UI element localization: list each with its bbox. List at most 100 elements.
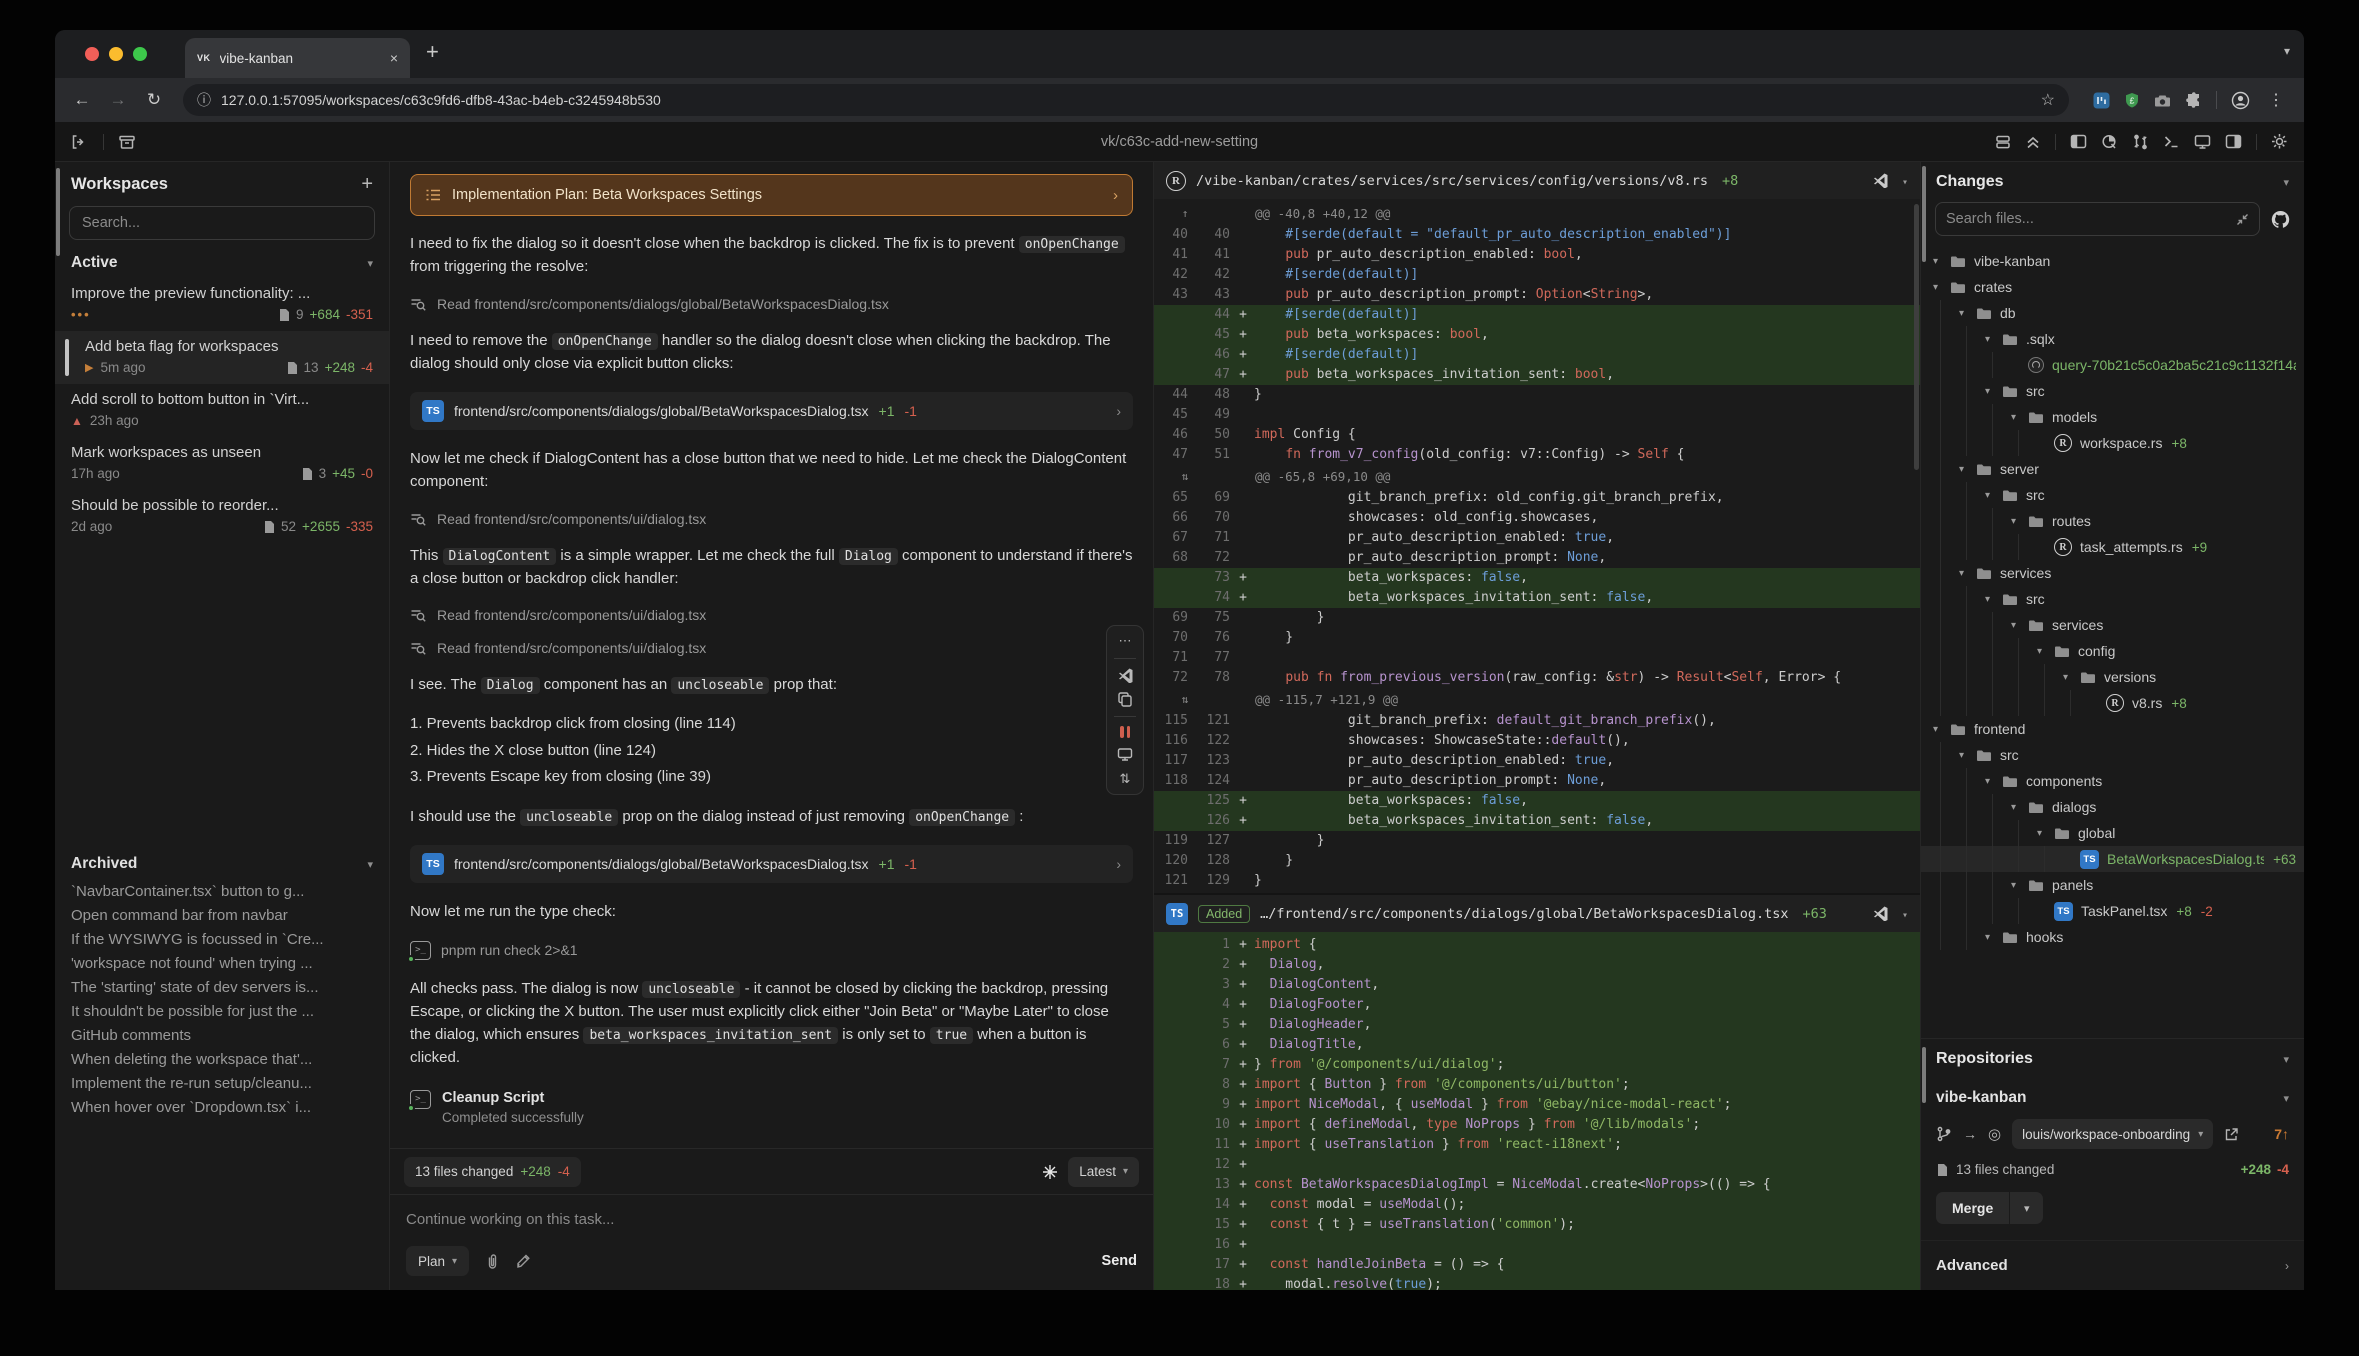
expand-hunk-icon[interactable]: ⇅ (1154, 688, 1216, 711)
read-tool-row[interactable]: Read frontend/src/components/ui/dialog.t… (410, 607, 1133, 623)
panel-right-icon[interactable] (2225, 134, 2242, 149)
browser-tab[interactable]: VK vibe-kanban × (185, 38, 410, 78)
git-compare-icon[interactable] (2132, 134, 2149, 150)
read-tool-row[interactable]: Read frontend/src/components/dialogs/glo… (410, 296, 1133, 312)
tree-row[interactable]: ▾ models (1921, 404, 2304, 430)
archived-workspace-item[interactable]: When deleting the workspace that'... (55, 1047, 389, 1071)
archived-section-header[interactable]: Archived ▾ (55, 851, 389, 879)
version-dropdown[interactable]: Latest ▾ (1068, 1156, 1139, 1187)
new-tab-button[interactable]: + (426, 39, 439, 65)
implementation-plan-banner[interactable]: Implementation Plan: Beta Workspaces Set… (410, 174, 1133, 216)
tree-row[interactable]: ▾ services (1921, 560, 2304, 586)
active-section-header[interactable]: Active ▾ (55, 250, 389, 278)
chevron-down-icon[interactable]: ▾ (1902, 173, 1908, 189)
archived-workspace-item[interactable]: 'workspace not found' when trying ... (55, 951, 389, 975)
workspaces-search[interactable] (69, 206, 375, 240)
sparkle-icon[interactable] (1042, 1164, 1058, 1180)
forward-button[interactable]: → (103, 90, 133, 110)
expand-hunk-icon[interactable]: ↑ (1154, 202, 1216, 225)
task-message-input[interactable] (406, 1211, 1137, 1228)
chevron-down-icon[interactable]: ▾ (1985, 776, 2002, 787)
changes-scroll-thumb[interactable] (1922, 166, 1926, 262)
maximize-window-button[interactable] (133, 47, 147, 61)
chevron-down-icon[interactable]: ▾ (2011, 880, 2028, 891)
expand-hunk-icon[interactable]: ⇅ (1154, 465, 1216, 488)
monitor-icon[interactable] (2194, 134, 2211, 150)
chevron-down-icon[interactable]: ▾ (1985, 932, 2002, 943)
address-bar[interactable]: ⓘ 127.0.0.1:57095/workspaces/c63c9fd6-df… (183, 84, 2069, 116)
stop-process-icon[interactable] (1120, 726, 1130, 738)
tree-row[interactable]: Rworkspace.rs +8 (1921, 430, 2304, 456)
tree-row[interactable]: ▾ services (1921, 612, 2304, 638)
archived-workspace-item[interactable]: GitHub comments (55, 1023, 389, 1047)
archived-workspace-item[interactable]: `NavbarContainer.tsx` button to g... (55, 879, 389, 903)
merge-options-button[interactable]: ▾ (2009, 1192, 2044, 1224)
archived-workspace-item[interactable]: The 'starting' state of dev servers is..… (55, 975, 389, 999)
archived-workspace-item[interactable]: Open command bar from navbar (55, 903, 389, 927)
tree-row[interactable]: ▾ src (1921, 742, 2304, 768)
pen-icon[interactable] (516, 1253, 532, 1269)
copy-icon[interactable] (1118, 692, 1132, 707)
collapse-tree-icon[interactable] (2236, 213, 2249, 226)
read-tool-row[interactable]: Read frontend/src/components/ui/dialog.t… (410, 511, 1133, 527)
changes-header[interactable]: Changes ▾ (1921, 162, 2304, 202)
tree-row[interactable]: ▾ components (1921, 768, 2304, 794)
diff-file-header[interactable]: R/vibe-kanban/crates/services/src/servic… (1154, 162, 1920, 199)
chevron-down-icon[interactable]: ▾ (1959, 568, 1976, 579)
advanced-section[interactable]: Advanced › (1921, 1240, 2304, 1290)
open-in-vscode-icon[interactable] (1118, 668, 1133, 683)
extension-shield-icon[interactable]: £ (2124, 92, 2140, 109)
workspace-item[interactable]: Add beta flag for workspaces ▶ 5m ago 13 +24… (55, 331, 389, 384)
site-info-icon[interactable]: ⓘ (197, 90, 211, 110)
dev-server-monitor-icon[interactable] (1117, 747, 1133, 762)
chevron-down-icon[interactable]: ▾ (2037, 828, 2054, 839)
tree-row[interactable]: TS BetaWorkspacesDialog.tsx +63 (1921, 846, 2304, 872)
diff-body[interactable]: ↑ @@ -40,8 +40,12 @@ 40 40 #[serde(default … (1154, 199, 1920, 893)
tab-close-icon[interactable]: × (390, 50, 398, 66)
tree-row[interactable]: ▾ hooks (1921, 924, 2304, 950)
sidebar-scroll-thumb[interactable] (56, 168, 60, 256)
diff-file-header[interactable]: TS Added …/frontend/src/components/dialogs… (1154, 895, 1920, 932)
tree-row[interactable]: ▾ crates (1921, 274, 2304, 300)
file-search-input[interactable] (1946, 211, 2230, 227)
extensions-puzzle-icon[interactable] (2185, 91, 2202, 109)
target-icon[interactable]: ◎ (1988, 1125, 2001, 1143)
archived-workspace-item[interactable]: When hover over `Dropdown.tsx` i... (55, 1095, 389, 1119)
minimize-window-button[interactable] (109, 47, 123, 61)
chevron-down-icon[interactable]: ▾ (1933, 724, 1950, 735)
chevron-down-icon[interactable]: ▾ (1933, 282, 1950, 293)
edited-file-card[interactable]: TS frontend/src/components/dialogs/global… (410, 392, 1133, 430)
cleanup-script-row[interactable]: >_ Cleanup Script Completed successfully (407, 1089, 1133, 1125)
tree-row[interactable]: ▾ db (1921, 300, 2304, 326)
merge-button[interactable]: Merge (1936, 1192, 2010, 1224)
close-window-button[interactable] (85, 47, 99, 61)
chevron-down-icon[interactable]: ▾ (2011, 620, 2028, 631)
file-search-box[interactable] (1935, 202, 2260, 236)
send-button[interactable]: Send (1102, 1253, 1137, 1269)
tab-search-icon[interactable]: ▾ (2284, 44, 2290, 58)
diff-hunk-header[interactable]: ↑ @@ -40,8 +40,12 @@ (1154, 202, 1920, 225)
tree-row[interactable]: ▾ src (1921, 586, 2304, 612)
profile-avatar-icon[interactable] (2231, 91, 2250, 110)
chevron-down-icon[interactable]: ▾ (2037, 646, 2054, 657)
chevron-down-icon[interactable]: ▾ (1985, 490, 2002, 501)
archived-workspace-item[interactable]: If the WYSIWYG is focussed in `Cre... (55, 927, 389, 951)
tree-row[interactable]: ▾ src (1921, 378, 2304, 404)
edited-file-card[interactable]: TS frontend/src/components/dialogs/global… (410, 845, 1133, 884)
workspaces-search-input[interactable] (82, 215, 362, 231)
workspace-item[interactable]: Mark workspaces as unseen 17h ago 3 +45 -0 (55, 437, 389, 490)
archived-workspace-item[interactable]: Implement the re-run setup/cleanu... (55, 1071, 389, 1095)
tree-row[interactable]: ▾ frontend (1921, 716, 2304, 742)
chevron-down-icon[interactable]: ▾ (1985, 386, 2002, 397)
github-icon[interactable] (2271, 210, 2290, 228)
chevron-down-icon[interactable]: ▾ (1933, 256, 1950, 267)
diff-hunk-header[interactable]: ⇅ @@ -65,8 +69,10 @@ (1154, 465, 1920, 488)
diff-body[interactable]: 1 + import {2 + Dialog, 3 + DialogContent, 4 + … (1154, 932, 1920, 1290)
tree-row[interactable]: query-70b21c5c0a2ba5c21c9c1132f14a68 (1921, 352, 2304, 378)
chevron-down-icon[interactable]: ▾ (2063, 672, 2080, 683)
mode-dropdown[interactable]: Plan ▾ (406, 1246, 470, 1276)
compare-branches-icon[interactable]: ⇅ (1120, 771, 1131, 787)
tree-row[interactable]: ▾ panels (1921, 872, 2304, 898)
workspace-item[interactable]: Add scroll to bottom button in `Virt... ▲… (55, 384, 389, 437)
repos-scroll-thumb[interactable] (1922, 1047, 1926, 1103)
